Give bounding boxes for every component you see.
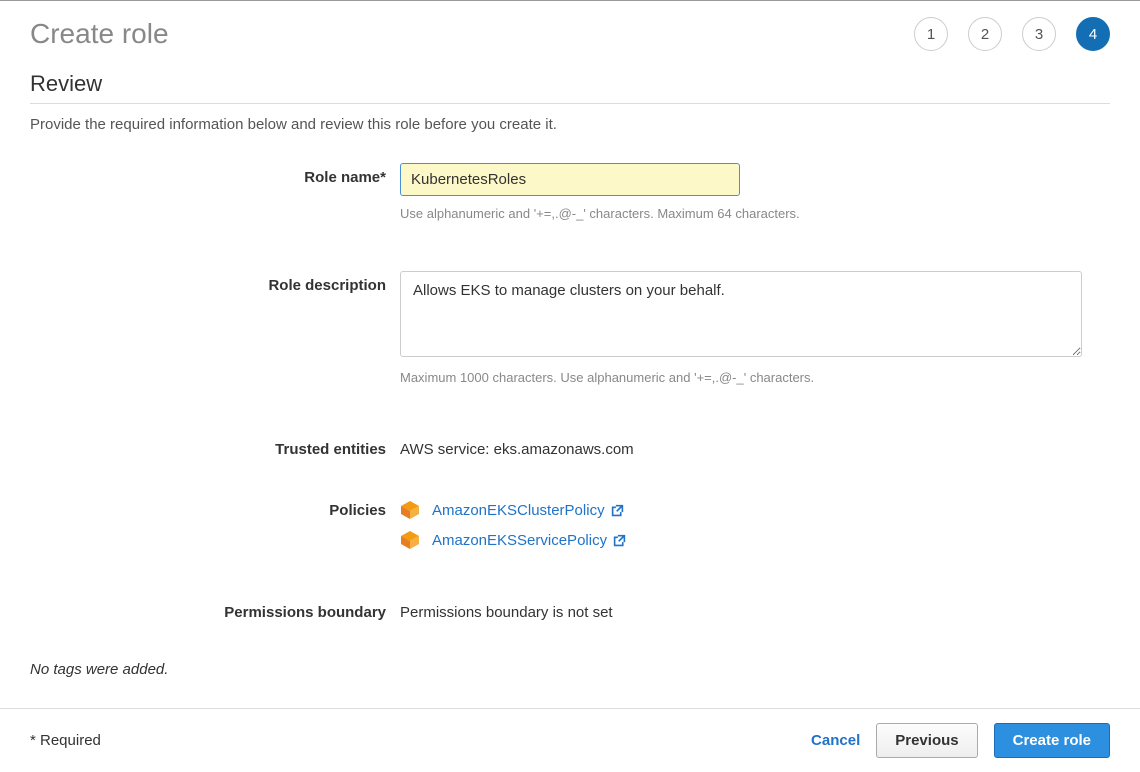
- policy-link[interactable]: AmazonEKSServicePolicy: [432, 532, 626, 549]
- footer-bar: * Required Cancel Previous Create role: [0, 708, 1140, 772]
- policy-box-icon: [400, 530, 420, 550]
- role-description-hint: Maximum 1000 characters. Use alphanumeri…: [400, 370, 1082, 385]
- page-title: Create role: [30, 18, 169, 50]
- policy-item: AmazonEKSServicePolicy: [400, 530, 1082, 550]
- section-title: Review: [30, 71, 1110, 104]
- step-1[interactable]: 1: [914, 17, 948, 51]
- role-name-hint: Use alphanumeric and '+=,.@-_' character…: [400, 206, 1082, 221]
- role-name-label: Role name*: [30, 163, 400, 221]
- role-description-input[interactable]: [400, 271, 1082, 357]
- policy-item: AmazonEKSClusterPolicy: [400, 500, 1082, 520]
- previous-button[interactable]: Previous: [876, 723, 977, 758]
- role-name-input[interactable]: [400, 163, 740, 196]
- policy-link[interactable]: AmazonEKSClusterPolicy: [432, 502, 624, 519]
- cancel-button[interactable]: Cancel: [811, 732, 860, 749]
- policy-name: AmazonEKSClusterPolicy: [432, 502, 605, 519]
- trusted-entities-value: AWS service: eks.amazonaws.com: [400, 435, 1082, 458]
- step-indicator: 1 2 3 4: [914, 17, 1110, 51]
- permissions-boundary-value: Permissions boundary is not set: [400, 598, 1082, 621]
- external-link-icon: [613, 534, 626, 547]
- policies-label: Policies: [30, 496, 400, 560]
- role-description-label: Role description: [30, 271, 400, 385]
- section-description: Provide the required information below a…: [30, 116, 1110, 133]
- policy-box-icon: [400, 500, 420, 520]
- create-role-button[interactable]: Create role: [994, 723, 1110, 758]
- step-4[interactable]: 4: [1076, 17, 1110, 51]
- step-3[interactable]: 3: [1022, 17, 1056, 51]
- policy-name: AmazonEKSServicePolicy: [432, 532, 607, 549]
- required-note: * Required: [30, 732, 101, 749]
- permissions-boundary-label: Permissions boundary: [30, 598, 400, 621]
- step-2[interactable]: 2: [968, 17, 1002, 51]
- external-link-icon: [611, 504, 624, 517]
- no-tags-message: No tags were added.: [30, 661, 1110, 678]
- trusted-entities-label: Trusted entities: [30, 435, 400, 458]
